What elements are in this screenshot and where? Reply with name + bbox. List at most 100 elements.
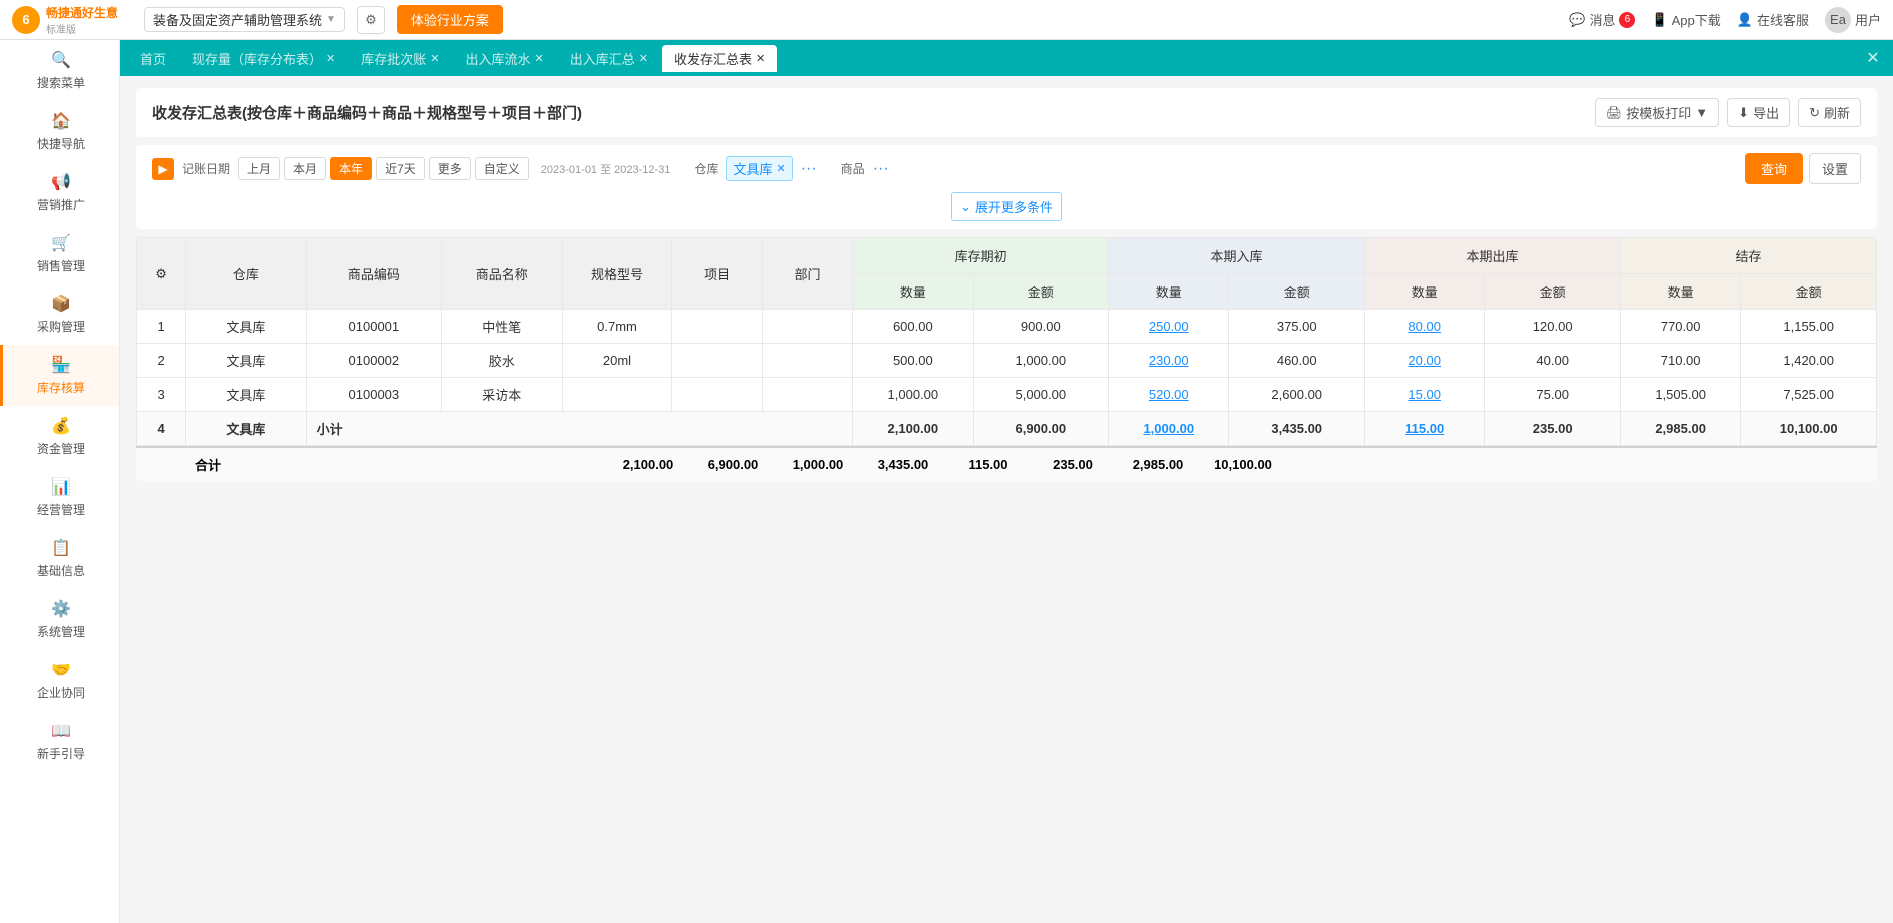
logo-area: 6 畅捷通好生意 标准版: [12, 4, 132, 36]
gear-button[interactable]: ⚙: [357, 6, 385, 34]
tab-bar: 首页 现存量（库存分布表） ✕ 库存批次账 ✕ 出入库流水 ✕ 出入库汇总 ✕ …: [120, 40, 1893, 76]
sidebar-item-quicknav[interactable]: 🏠 快捷导航: [0, 101, 119, 162]
date-btn-more[interactable]: 更多: [429, 157, 471, 180]
product-filter-label: 商品: [841, 160, 865, 177]
sidebar-item-marketing[interactable]: 📢 营销推广: [0, 162, 119, 223]
row1-opening-amt: 900.00: [973, 310, 1109, 344]
row1-spec: 0.7mm: [562, 310, 672, 344]
avatar: Ea: [1825, 7, 1851, 33]
row2-in-qty[interactable]: 230.00: [1109, 344, 1229, 378]
sidebar-item-inventory[interactable]: 🏪 库存核算: [0, 345, 119, 406]
sidebar-item-operation[interactable]: 📊 经营管理: [0, 467, 119, 528]
expand-conditions-btn[interactable]: ⌄ 展开更多条件: [951, 192, 1062, 221]
enterprise-icon: 🤝: [51, 660, 71, 680]
filter-area: ▶ 记账日期 上月 本月 本年 近7天 更多 自定义 2023-01-01 至 …: [136, 145, 1877, 229]
tab-close-icon[interactable]: ✕: [326, 52, 335, 65]
row2-dept: [762, 344, 852, 378]
sidebar-item-enterprise[interactable]: 🤝 企业协同: [0, 650, 119, 711]
refresh-button[interactable]: ↻ 刷新: [1798, 98, 1861, 127]
spec-col-header: 规格型号: [562, 238, 672, 310]
settings-button[interactable]: 设置: [1809, 153, 1861, 184]
sidebar-item-purchase[interactable]: 📦 采购管理: [0, 284, 119, 345]
total-opening-qty: 2,100.00: [608, 457, 688, 472]
row2-out-qty[interactable]: 20.00: [1364, 344, 1484, 378]
close-all-icon[interactable]: ✕: [1861, 46, 1885, 70]
subtotal-in-amt: 3,435.00: [1229, 412, 1365, 446]
row1-project: [672, 310, 762, 344]
tab-close-icon[interactable]: ✕: [535, 52, 544, 65]
total-out-amt: 235.00: [1028, 457, 1118, 472]
query-button[interactable]: 查询: [1745, 153, 1803, 184]
row1-seq: 1: [137, 310, 186, 344]
date-btn-this-month[interactable]: 本月: [284, 157, 326, 180]
warehouse-filter-tag: 文具库 ✕: [726, 156, 792, 181]
subtotal-out-qty[interactable]: 115.00: [1364, 412, 1484, 446]
sidebar-item-finance[interactable]: 💰 资金管理: [0, 406, 119, 467]
product-filter-dots[interactable]: ···: [873, 160, 889, 178]
messages-badge: 6: [1619, 12, 1635, 28]
system-icon: ⚙️: [51, 599, 71, 619]
online-service-btn[interactable]: 👤 在线客服: [1737, 10, 1809, 29]
tab-close-icon[interactable]: ✕: [756, 52, 765, 65]
tab-close-icon[interactable]: ✕: [430, 52, 439, 65]
tab-home[interactable]: 首页: [128, 45, 178, 72]
operation-icon: 📊: [51, 477, 71, 497]
expand-icon: ⌄: [960, 199, 971, 215]
row3-in-qty[interactable]: 520.00: [1109, 378, 1229, 412]
print-button[interactable]: 🖨 按模板打印 ▼: [1595, 98, 1719, 127]
user-menu[interactable]: Ea 用户: [1825, 7, 1881, 33]
row1-in-qty[interactable]: 250.00: [1109, 310, 1229, 344]
export-button[interactable]: ⬇ 导出: [1727, 98, 1790, 127]
search-icon: 🔍: [51, 50, 71, 70]
system-selector[interactable]: 装备及固定资产辅助管理系统 ▼: [144, 7, 345, 32]
tab-inout-flow[interactable]: 出入库流水 ✕: [453, 45, 555, 72]
chevron-down-icon: ▼: [1695, 105, 1708, 120]
sidebar-item-search[interactable]: 🔍 搜索菜单: [0, 40, 119, 101]
date-btn-last-month[interactable]: 上月: [238, 157, 280, 180]
data-table: ⚙ 仓库 商品编码 商品名称 规格型号 项目 部门 库存期初 本期入库 本期出库: [136, 237, 1877, 446]
tab-inout-summary[interactable]: 出入库汇总 ✕: [558, 45, 660, 72]
total-opening-amt: 6,900.00: [688, 457, 778, 472]
date-btn-this-year[interactable]: 本年: [330, 157, 372, 180]
row2-opening-amt: 1,000.00: [973, 344, 1109, 378]
tab-batch[interactable]: 库存批次账 ✕: [349, 45, 451, 72]
tab-receive-summary[interactable]: 收发存汇总表 ✕: [662, 45, 777, 72]
row3-out-qty[interactable]: 15.00: [1364, 378, 1484, 412]
trial-button[interactable]: 体验行业方案: [397, 5, 503, 34]
date-btn-custom[interactable]: 自定义: [475, 157, 529, 180]
row1-dept: [762, 310, 852, 344]
warehouse-filter-dots[interactable]: ···: [801, 160, 817, 178]
row2-name: 胶水: [442, 344, 562, 378]
sidebar-item-guide[interactable]: 📖 新手引导: [0, 711, 119, 772]
print-icon: 🖨: [1606, 105, 1623, 121]
row1-out-qty[interactable]: 80.00: [1364, 310, 1484, 344]
message-icon: 💬: [1569, 12, 1585, 28]
download-icon: 📱: [1651, 12, 1667, 28]
row3-out-amt: 75.00: [1485, 378, 1621, 412]
settings-col-header[interactable]: ⚙: [137, 238, 186, 310]
warehouse-filter-label: 仓库: [694, 160, 718, 177]
subtotal-out-amt: 235.00: [1485, 412, 1621, 446]
table-wrapper: ⚙ 仓库 商品编码 商品名称 规格型号 项目 部门 库存期初 本期入库 本期出库: [136, 237, 1877, 446]
warehouse-tag-close[interactable]: ✕: [776, 162, 785, 175]
messages-btn[interactable]: 💬 消息 6: [1569, 10, 1635, 29]
sidebar-item-system[interactable]: ⚙️ 系统管理: [0, 589, 119, 650]
tab-stock-dist[interactable]: 现存量（库存分布表） ✕: [180, 45, 347, 72]
row2-bal-amt: 1,420.00: [1741, 344, 1877, 378]
subtotal-in-qty[interactable]: 1,000.00: [1109, 412, 1229, 446]
opening-stock-header: 库存期初: [853, 238, 1109, 274]
subtotal-bal-amt: 10,100.00: [1741, 412, 1877, 446]
dept-col-header: 部门: [762, 238, 852, 310]
sidebar-item-sales[interactable]: 🛒 销售管理: [0, 223, 119, 284]
app-download-btn[interactable]: 📱 App下载: [1651, 10, 1720, 29]
filter-toggle-btn[interactable]: ▶: [152, 158, 174, 180]
period-in-header: 本期入库: [1109, 238, 1365, 274]
data-table-container: ⚙ 仓库 商品编码 商品名称 规格型号 项目 部门 库存期初 本期入库 本期出库: [136, 237, 1877, 481]
date-filter-label: 记账日期: [182, 160, 230, 177]
row2-code: 0100002: [306, 344, 442, 378]
sidebar-item-basic[interactable]: 📋 基础信息: [0, 528, 119, 589]
tab-close-icon[interactable]: ✕: [639, 52, 648, 65]
total-bal-amt: 10,100.00: [1198, 457, 1288, 472]
date-btn-7days[interactable]: 近7天: [376, 157, 425, 180]
table-row: 1 文具库 0100001 中性笔 0.7mm 600.00 900.00 25…: [137, 310, 1877, 344]
